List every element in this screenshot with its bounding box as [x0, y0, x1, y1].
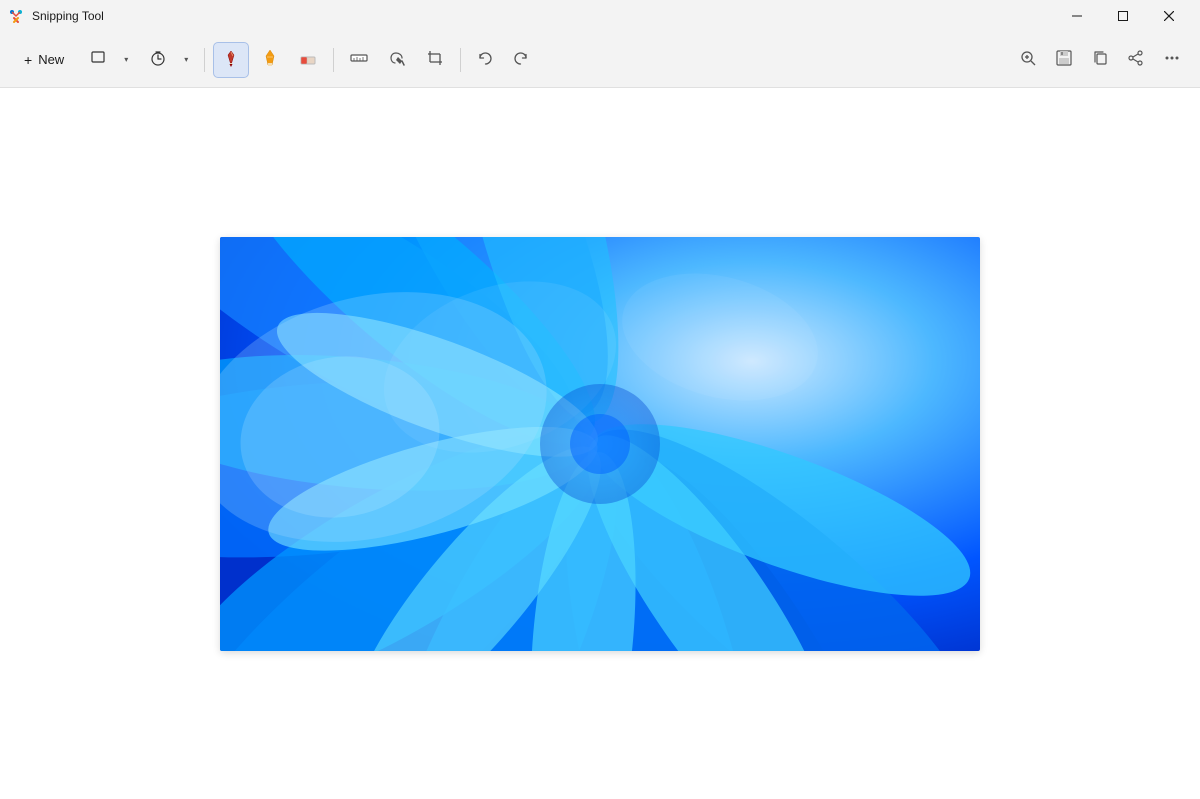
ruler-button[interactable] [342, 42, 376, 78]
main-content [0, 88, 1200, 799]
timer-arrow-button[interactable]: ▾ [176, 42, 196, 78]
title-bar-left: Snipping Tool [8, 8, 104, 24]
snip-mode-button[interactable] [80, 42, 116, 78]
highlighter-button[interactable] [253, 42, 287, 78]
title-bar: Snipping Tool [0, 0, 1200, 32]
divider-2 [333, 48, 334, 72]
crop-icon [426, 49, 444, 70]
app-icon [8, 8, 24, 24]
toolbar: + New ▾ ▾ [0, 32, 1200, 88]
title-bar-controls [1054, 0, 1192, 32]
snip-mode-icon [90, 50, 106, 69]
timer-button[interactable] [140, 42, 176, 78]
redo-icon [513, 50, 529, 69]
screenshot-image [220, 237, 980, 651]
highlighter-icon [261, 49, 279, 70]
close-button[interactable] [1146, 0, 1192, 32]
wallpaper-svg [220, 237, 980, 651]
share-icon [1128, 50, 1144, 69]
timer-chevron-icon: ▾ [184, 55, 188, 64]
crop-button[interactable] [418, 42, 452, 78]
share-button[interactable] [1120, 42, 1152, 78]
save-icon [1056, 50, 1072, 69]
snip-mode-chevron-icon: ▾ [124, 55, 128, 64]
more-options-button[interactable] [1156, 42, 1188, 78]
zoom-in-button[interactable] [1012, 42, 1044, 78]
new-button[interactable]: + New [12, 42, 76, 78]
plus-icon: + [24, 52, 32, 68]
pen-button[interactable] [213, 42, 249, 78]
undo-button[interactable] [469, 42, 501, 78]
save-button[interactable] [1048, 42, 1080, 78]
new-label: New [38, 52, 64, 67]
copy-button[interactable] [1084, 42, 1116, 78]
snip-mode-split-button: ▾ [80, 42, 136, 78]
more-options-icon [1164, 50, 1180, 69]
maximize-button[interactable] [1100, 0, 1146, 32]
minimize-button[interactable] [1054, 0, 1100, 32]
copy-icon [1092, 50, 1108, 69]
eraser-icon [299, 49, 317, 70]
app-title: Snipping Tool [32, 9, 104, 23]
timer-split-button: ▾ [140, 42, 196, 78]
timer-icon [150, 50, 166, 69]
touch-writing-button[interactable] [380, 42, 414, 78]
zoom-in-icon [1020, 50, 1036, 69]
pen-icon [222, 49, 240, 70]
eraser-button[interactable] [291, 42, 325, 78]
snip-mode-arrow-button[interactable]: ▾ [116, 42, 136, 78]
ruler-icon [350, 49, 368, 70]
touch-icon [388, 49, 406, 70]
undo-icon [477, 50, 493, 69]
divider-1 [204, 48, 205, 72]
redo-button[interactable] [505, 42, 537, 78]
divider-3 [460, 48, 461, 72]
